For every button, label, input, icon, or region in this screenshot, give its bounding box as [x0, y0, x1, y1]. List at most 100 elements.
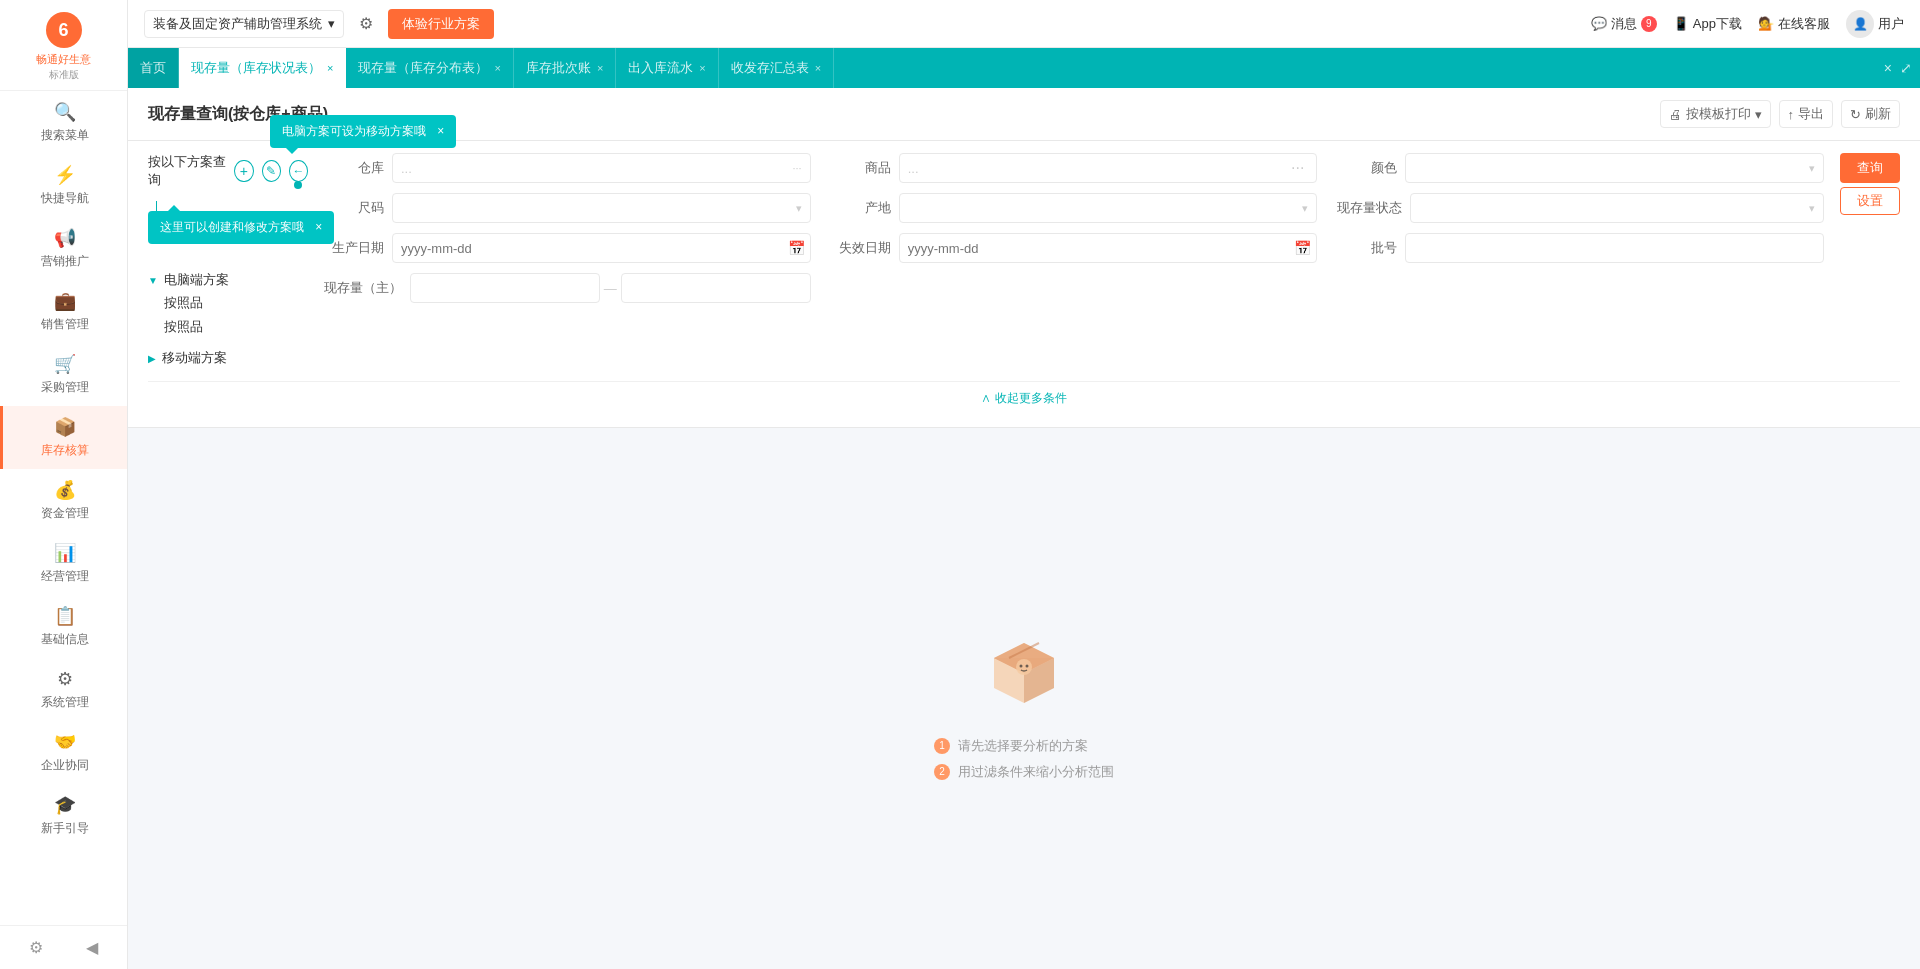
- tooltip2-text: 这里可以创建和修改方案哦: [160, 220, 304, 234]
- tab-batch-account[interactable]: 库存批次账 ×: [514, 48, 616, 88]
- stock-main-from-input[interactable]: [410, 273, 600, 303]
- stock-status-select[interactable]: ▾: [1410, 193, 1824, 223]
- empty-state: 1 请先选择要分析的方案 2 用过滤条件来缩小分析范围: [128, 428, 1920, 969]
- sidebar-item-search-menu[interactable]: 🔍 搜索菜单: [0, 91, 127, 154]
- sidebar-item-guide[interactable]: 🎓 新手引导: [0, 784, 127, 847]
- chevron-down-icon: ▾: [328, 16, 335, 31]
- sidebar: 6 畅通好生意 标准版 🔍 搜索菜单 ⚡ 快捷导航 📢 营销推广 💼 销售管理 …: [0, 0, 128, 969]
- warehouse-select[interactable]: ... ···: [392, 153, 811, 183]
- produce-date-input[interactable]: [392, 233, 811, 263]
- color-select[interactable]: ▾: [1405, 153, 1824, 183]
- tab-home[interactable]: 首页: [128, 48, 179, 88]
- sidebar-item-system[interactable]: ⚙ 系统管理: [0, 658, 127, 721]
- reset-btn[interactable]: 设置: [1840, 187, 1900, 215]
- stock-status-label: 现存量状态: [1337, 199, 1402, 217]
- scheme-item-label: 按照品: [164, 295, 203, 310]
- logo-badge: 标准版: [49, 68, 79, 82]
- sidebar-collapse-btn[interactable]: ◀: [86, 938, 98, 957]
- edit-scheme-btn[interactable]: ✎: [262, 160, 281, 182]
- warehouse-label: 仓库: [324, 159, 384, 177]
- tab-batch-account-label: 库存批次账: [526, 59, 591, 77]
- calendar-icon[interactable]: 📅: [1294, 240, 1311, 256]
- add-scheme-btn[interactable]: +: [234, 160, 253, 182]
- hint-dot-2: 2: [934, 764, 950, 780]
- tab-maximize-icon[interactable]: ⤢: [1900, 60, 1912, 76]
- sidebar-item-quick-nav[interactable]: ⚡ 快捷导航: [0, 154, 127, 217]
- tab-inventory-dist-close[interactable]: ×: [494, 62, 500, 74]
- search-btn[interactable]: 查询: [1840, 153, 1900, 183]
- tab-inventory-status-label: 现存量（库存状况表）: [191, 59, 321, 77]
- tab-close-all-icon[interactable]: ×: [1884, 60, 1892, 76]
- app-download-action[interactable]: 📱 App下载: [1673, 15, 1742, 33]
- sidebar-settings-btn[interactable]: ⚙: [29, 938, 43, 957]
- basic-icon: 📋: [54, 605, 76, 627]
- tab-inventory-status-close[interactable]: ×: [327, 62, 333, 74]
- message-label: 消息: [1611, 15, 1637, 33]
- avatar: 👤: [1846, 10, 1874, 38]
- guide-icon: 🎓: [54, 794, 76, 816]
- sidebar-item-finance[interactable]: 💰 资金管理: [0, 469, 127, 532]
- sidebar-item-enterprise[interactable]: 🤝 企业协同: [0, 721, 127, 784]
- tab-collect-send-close[interactable]: ×: [815, 62, 821, 74]
- color-label: 颜色: [1337, 159, 1397, 177]
- sidebar-item-basic[interactable]: 📋 基础信息: [0, 595, 127, 658]
- tab-io-flow-close[interactable]: ×: [699, 62, 705, 74]
- sidebar-item-sales[interactable]: 💼 销售管理: [0, 280, 127, 343]
- sidebar-item-marketing[interactable]: 📢 营销推广: [0, 217, 127, 280]
- filter-header: 按以下方案查询 + ✎ ← 电脑方案可设为移动方案哦 ×: [148, 153, 308, 189]
- page-actions: 🖨 按模板打印 ▾ ↑ 导出 ↻ 刷新: [1660, 100, 1901, 128]
- scheme-mobile-header[interactable]: ▶ 移动端方案: [148, 347, 308, 369]
- scheme-sidebar: 按以下方案查询 + ✎ ← 电脑方案可设为移动方案哦 ×: [148, 153, 308, 373]
- goods-select[interactable]: ... ···: [899, 153, 1318, 183]
- stock-main-to-input[interactable]: [621, 273, 811, 303]
- origin-select[interactable]: ▾: [899, 193, 1318, 223]
- scheme-item-1[interactable]: 按照品: [164, 291, 308, 315]
- sidebar-item-inventory[interactable]: 📦 库存核算: [0, 406, 127, 469]
- template-print-btn[interactable]: 🖨 按模板打印 ▾: [1660, 100, 1771, 128]
- message-action[interactable]: 💬 消息 9: [1591, 15, 1657, 33]
- system-selector[interactable]: 装备及固定资产辅助管理系统 ▾: [144, 10, 344, 38]
- sidebar-item-purchase[interactable]: 🛒 采购管理: [0, 343, 127, 406]
- scheme-desktop-header[interactable]: ▼ 电脑端方案: [148, 269, 308, 291]
- support-action[interactable]: 💁 在线客服: [1758, 15, 1830, 33]
- scheme-desktop-label: 电脑端方案: [164, 271, 229, 289]
- filter-row-warehouse: 仓库 ... ···: [324, 153, 811, 183]
- tooltip-create-scheme: 这里可以创建和修改方案哦 ×: [148, 211, 334, 244]
- refresh-btn[interactable]: ↻ 刷新: [1841, 100, 1900, 128]
- tab-collect-send[interactable]: 收发存汇总表 ×: [719, 48, 834, 88]
- expire-date-label: 失效日期: [831, 239, 891, 257]
- tooltip1-text: 电脑方案可设为移动方案哦: [282, 124, 426, 138]
- stock-main-range: —: [410, 273, 811, 303]
- industry-btn[interactable]: 体验行业方案: [388, 9, 494, 39]
- support-icon: 💁: [1758, 16, 1774, 31]
- chevron-down-icon: ▾: [1302, 202, 1308, 215]
- tab-batch-account-close[interactable]: ×: [597, 62, 603, 74]
- filter-row-stock-status: 现存量状态 ▾: [1337, 193, 1824, 223]
- scheme-item-2[interactable]: 按照品: [164, 315, 308, 339]
- stock-main-label: 现存量（主）: [324, 279, 402, 297]
- collapse-bar[interactable]: ∧ 收起更多条件: [148, 381, 1900, 415]
- tab-inventory-dist[interactable]: 现存量（库存分布表） ×: [346, 48, 513, 88]
- box-svg: [974, 613, 1074, 713]
- size-select[interactable]: ▾: [392, 193, 811, 223]
- back-scheme-btn[interactable]: ← 电脑方案可设为移动方案哦 ×: [289, 160, 308, 182]
- header-settings-btn[interactable]: ⚙: [352, 10, 380, 38]
- filter-row-size: 尺码 ▾: [324, 193, 811, 223]
- sidebar-item-label: 搜索菜单: [41, 127, 89, 144]
- support-label: 在线客服: [1778, 15, 1830, 33]
- sidebar-item-operation[interactable]: 📊 经营管理: [0, 532, 127, 595]
- calendar-icon[interactable]: 📅: [788, 240, 805, 256]
- tab-io-flow[interactable]: 出入库流水 ×: [616, 48, 718, 88]
- tab-inventory-status[interactable]: 现存量（库存状况表） ×: [179, 48, 346, 88]
- batch-no-input[interactable]: [1405, 233, 1824, 263]
- refresh-label: 刷新: [1865, 105, 1891, 123]
- purchase-icon: 🛒: [54, 353, 76, 375]
- export-btn[interactable]: ↑ 导出: [1779, 100, 1834, 128]
- expire-date-input[interactable]: [899, 233, 1318, 263]
- tooltip1-close[interactable]: ×: [437, 124, 444, 138]
- message-badge: 9: [1641, 16, 1657, 32]
- tooltip2-close[interactable]: ×: [315, 220, 322, 234]
- user-action[interactable]: 👤 用户: [1846, 10, 1904, 38]
- sidebar-item-label: 新手引导: [41, 820, 89, 837]
- filter-fields: 仓库 ... ··· 商品 ... ···: [324, 153, 1824, 307]
